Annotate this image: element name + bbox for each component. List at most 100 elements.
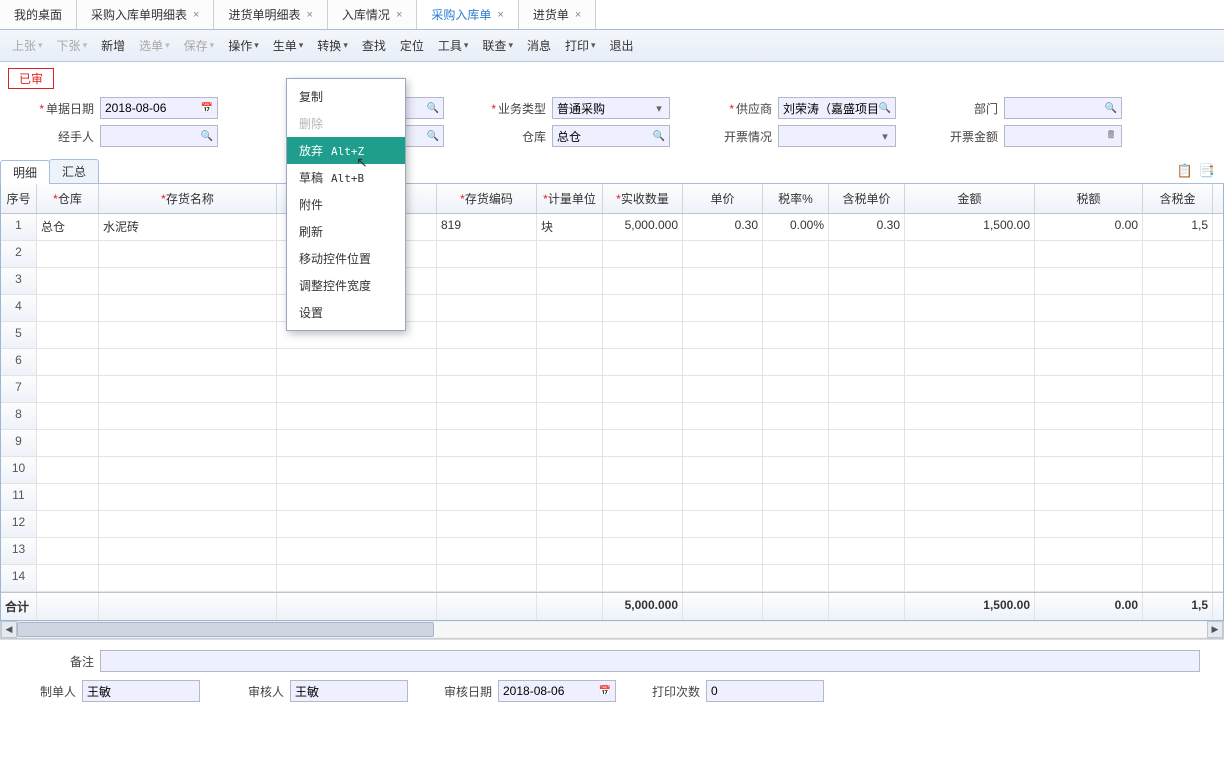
cell[interactable]: 总仓 xyxy=(37,214,99,240)
toolbar-定位[interactable]: 定位 xyxy=(394,34,430,57)
search-icon[interactable] xyxy=(1103,100,1119,116)
input-审核人[interactable] xyxy=(290,680,408,702)
table-row[interactable]: 5 xyxy=(1,322,1223,349)
scroll-thumb[interactable] xyxy=(17,622,434,637)
input-供应商[interactable] xyxy=(778,97,896,119)
cal-icon[interactable] xyxy=(199,100,215,116)
table-row[interactable]: 11 xyxy=(1,484,1223,511)
horizontal-scrollbar[interactable]: ◀ ▶ xyxy=(0,621,1224,639)
cell[interactable]: 0.30 xyxy=(829,214,905,240)
input-仓库[interactable] xyxy=(552,125,670,147)
calc-icon[interactable] xyxy=(1103,128,1119,144)
tab-我的桌面[interactable]: 我的桌面 xyxy=(0,0,77,29)
scroll-right-button[interactable]: ▶ xyxy=(1207,621,1223,638)
toolbar-打印[interactable]: 打印▾ xyxy=(559,34,602,57)
table-row[interactable]: 4 xyxy=(1,295,1223,322)
close-icon[interactable]: × xyxy=(193,9,199,21)
search-icon[interactable] xyxy=(651,128,667,144)
menu-item-草稿[interactable]: 草稿Alt+B xyxy=(287,164,405,191)
cell[interactable]: 水泥砖 xyxy=(99,214,277,240)
toolbar-新增[interactable]: 新增 xyxy=(95,34,131,57)
input-审核日期[interactable] xyxy=(498,680,616,702)
table-row[interactable]: 9 xyxy=(1,430,1223,457)
table-row[interactable]: 12 xyxy=(1,511,1223,538)
column-header[interactable]: *仓库 xyxy=(37,184,99,213)
cell[interactable]: 0.00% xyxy=(763,214,829,240)
input-打印次数[interactable] xyxy=(706,680,824,702)
column-header[interactable]: 含税金 xyxy=(1143,184,1213,213)
toolbar-联查[interactable]: 联查▾ xyxy=(476,34,519,57)
menu-item-放弃[interactable]: 放弃Alt+Z xyxy=(287,137,405,164)
cell[interactable]: 1,500.00 xyxy=(905,214,1035,240)
column-header[interactable]: 含税单价 xyxy=(829,184,905,213)
search-icon[interactable] xyxy=(425,128,441,144)
cell[interactable]: 819 xyxy=(437,214,537,240)
toolbar-转换[interactable]: 转换▾ xyxy=(311,34,354,57)
tab-采购入库单[interactable]: 采购入库单× xyxy=(417,0,518,29)
dropdown-icon[interactable] xyxy=(877,128,893,144)
menu-item-附件[interactable]: 附件 xyxy=(287,191,405,218)
grid-settings-icon[interactable]: 📑 xyxy=(1198,162,1216,180)
menu-item-设置[interactable]: 设置 xyxy=(287,299,405,326)
close-icon[interactable]: × xyxy=(575,9,581,21)
cal-icon[interactable] xyxy=(597,683,613,699)
input-开票情况[interactable] xyxy=(778,125,896,147)
cell[interactable]: 0.30 xyxy=(683,214,763,240)
column-header[interactable]: 税率% xyxy=(763,184,829,213)
menu-item-移动控件位置[interactable]: 移动控件位置 xyxy=(287,245,405,272)
remark-input[interactable] xyxy=(100,650,1200,672)
input-单据日期[interactable] xyxy=(100,97,218,119)
toolbar-消息[interactable]: 消息 xyxy=(521,34,557,57)
table-row[interactable]: 13 xyxy=(1,538,1223,565)
search-icon[interactable] xyxy=(425,100,441,116)
toolbar-操作[interactable]: 操作▾ xyxy=(222,34,265,57)
table-row[interactable]: 6 xyxy=(1,349,1223,376)
input-业务类型[interactable] xyxy=(552,97,670,119)
tab-入库情况[interactable]: 入库情况× xyxy=(328,0,417,29)
tab-进货单明细表[interactable]: 进货单明细表× xyxy=(214,0,327,29)
toolbar-退出[interactable]: 退出 xyxy=(604,34,640,57)
tab-采购入库单明细表[interactable]: 采购入库单明细表× xyxy=(77,0,214,29)
table-row[interactable]: 10 xyxy=(1,457,1223,484)
input-制单人[interactable] xyxy=(82,680,200,702)
cell[interactable]: 5,000.000 xyxy=(603,214,683,240)
menu-item-调整控件宽度[interactable]: 调整控件宽度 xyxy=(287,272,405,299)
table-row[interactable]: 2 xyxy=(1,241,1223,268)
search-icon[interactable] xyxy=(199,128,215,144)
table-row[interactable]: 3 xyxy=(1,268,1223,295)
tab-进货单[interactable]: 进货单× xyxy=(519,0,596,29)
menu-item-复制[interactable]: 复制 xyxy=(287,83,405,110)
table-row[interactable]: 8 xyxy=(1,403,1223,430)
column-header[interactable]: *实收数量 xyxy=(603,184,683,213)
close-icon[interactable]: × xyxy=(396,9,402,21)
table-row[interactable]: 7 xyxy=(1,376,1223,403)
input-部门[interactable] xyxy=(1004,97,1122,119)
cell[interactable]: 1 xyxy=(1,214,37,240)
column-header[interactable]: *存货编码 xyxy=(437,184,537,213)
column-header[interactable]: *计量单位 xyxy=(537,184,603,213)
column-header[interactable]: *存货名称 xyxy=(99,184,277,213)
close-icon[interactable]: × xyxy=(497,9,503,21)
toolbar-生单[interactable]: 生单▾ xyxy=(267,34,310,57)
column-header[interactable]: 税额 xyxy=(1035,184,1143,213)
subtab-summary[interactable]: 汇总 xyxy=(49,159,99,183)
table-row[interactable]: 1总仓水泥砖819块5,000.0000.300.00%0.301,500.00… xyxy=(1,214,1223,241)
copy-icon[interactable]: 📋 xyxy=(1176,162,1194,180)
toolbar-查找[interactable]: 查找 xyxy=(356,34,392,57)
menu-item-刷新[interactable]: 刷新 xyxy=(287,218,405,245)
table-row[interactable]: 14 xyxy=(1,565,1223,592)
cell[interactable]: 1,5 xyxy=(1143,214,1213,240)
cell[interactable]: 块 xyxy=(537,214,603,240)
input-经手人[interactable] xyxy=(100,125,218,147)
toolbar-工具[interactable]: 工具▾ xyxy=(432,34,475,57)
input-开票金额[interactable] xyxy=(1004,125,1122,147)
search-icon[interactable] xyxy=(877,100,893,116)
subtab-detail[interactable]: 明细 xyxy=(0,160,50,184)
cell[interactable]: 0.00 xyxy=(1035,214,1143,240)
column-header[interactable]: 序号 xyxy=(1,184,37,213)
dropdown-icon[interactable] xyxy=(651,100,667,116)
column-header[interactable]: 单价 xyxy=(683,184,763,213)
scroll-left-button[interactable]: ◀ xyxy=(1,621,17,638)
column-header[interactable]: 金额 xyxy=(905,184,1035,213)
close-icon[interactable]: × xyxy=(306,9,312,21)
